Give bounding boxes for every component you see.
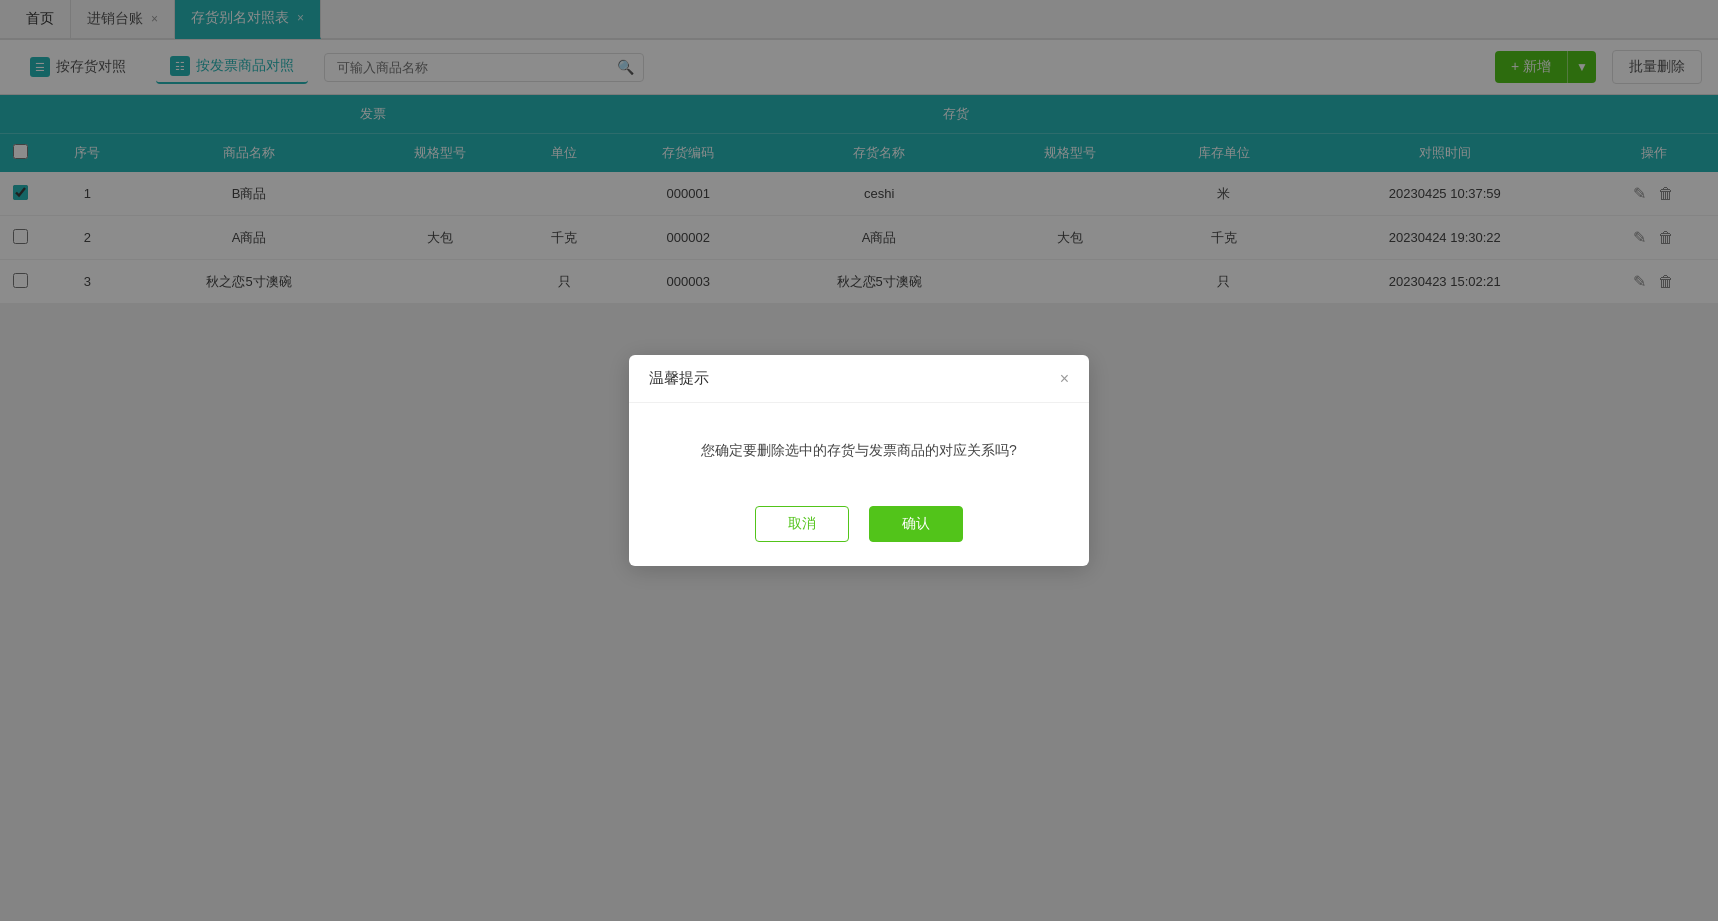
dialog-overlay: 温馨提示 × 您确定要删除选中的存货与发票商品的对应关系吗? 取消 确认 [0, 0, 1718, 304]
